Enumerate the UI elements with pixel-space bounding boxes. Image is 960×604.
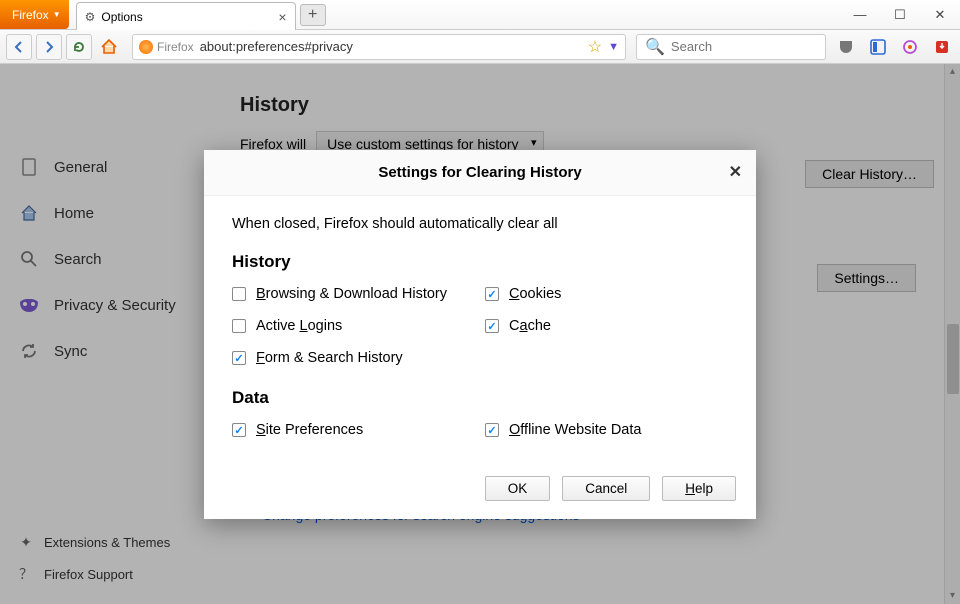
history-checks: Browsing & Download History Cookies Acti… bbox=[232, 286, 728, 366]
nav-toolbar: Firefox about:preferences#privacy ☆ ▼ 🔍 bbox=[0, 30, 960, 64]
check-offline[interactable]: Offline Website Data bbox=[485, 422, 728, 438]
download-icon[interactable] bbox=[930, 35, 954, 59]
check-label: Active Logins bbox=[256, 318, 342, 334]
arrow-left-icon bbox=[12, 40, 26, 54]
check-cookies[interactable]: Cookies bbox=[485, 286, 728, 302]
ok-button[interactable]: OK bbox=[485, 476, 551, 501]
tab-title: Options bbox=[101, 10, 142, 24]
arrow-right-icon bbox=[42, 40, 56, 54]
reload-icon bbox=[72, 40, 86, 54]
clear-history-dialog: Settings for Clearing History ✕ When clo… bbox=[204, 150, 756, 519]
identity-label: Firefox bbox=[157, 40, 194, 54]
firefox-menu-label: Firefox bbox=[12, 8, 49, 22]
check-label: Browsing & Download History bbox=[256, 286, 447, 302]
data-checks: Site Preferences Offline Website Data bbox=[232, 422, 728, 438]
check-logins[interactable]: Active Logins bbox=[232, 318, 475, 334]
help-button[interactable]: Help bbox=[662, 476, 736, 501]
gear-icon: ⚙ bbox=[85, 10, 96, 24]
forward-button[interactable] bbox=[36, 34, 62, 60]
checkbox-icon bbox=[232, 287, 246, 301]
container-icon[interactable] bbox=[898, 35, 922, 59]
check-browsing[interactable]: Browsing & Download History bbox=[232, 286, 475, 302]
history-subheading: History bbox=[232, 252, 728, 272]
search-icon: 🔍 bbox=[645, 37, 665, 57]
window-controls: — ☐ ✕ bbox=[840, 0, 960, 29]
check-label: Cache bbox=[509, 318, 551, 334]
check-label: Offline Website Data bbox=[509, 422, 641, 438]
search-box[interactable]: 🔍 bbox=[636, 34, 826, 60]
check-label: Cookies bbox=[509, 286, 561, 302]
url-text: about:preferences#privacy bbox=[200, 39, 353, 54]
url-dropdown-icon[interactable]: ▼ bbox=[608, 41, 619, 53]
titlebar: Firefox ▼ ⚙ Options × + — ☐ ✕ bbox=[0, 0, 960, 30]
dropdown-triangle-icon: ▼ bbox=[53, 10, 61, 19]
dialog-title: Settings for Clearing History bbox=[378, 164, 581, 181]
home-button[interactable] bbox=[96, 34, 122, 60]
dialog-intro: When closed, Firefox should automaticall… bbox=[232, 216, 728, 232]
firefox-menu-button[interactable]: Firefox ▼ bbox=[0, 0, 69, 29]
cancel-button[interactable]: Cancel bbox=[562, 476, 650, 501]
dialog-body: When closed, Firefox should automaticall… bbox=[204, 196, 756, 466]
minimize-button[interactable]: — bbox=[840, 0, 880, 29]
back-button[interactable] bbox=[6, 34, 32, 60]
check-label: Site Preferences bbox=[256, 422, 363, 438]
checkbox-icon bbox=[232, 351, 246, 365]
check-label: Form & Search History bbox=[256, 350, 403, 366]
dialog-footer: OK Cancel Help bbox=[204, 466, 756, 519]
firefox-identity-icon bbox=[139, 40, 153, 54]
checkbox-icon bbox=[485, 287, 499, 301]
check-cache[interactable]: Cache bbox=[485, 318, 728, 334]
check-form[interactable]: Form & Search History bbox=[232, 350, 475, 366]
checkbox-icon bbox=[232, 319, 246, 333]
data-subheading: Data bbox=[232, 388, 728, 408]
new-tab-button[interactable]: + bbox=[300, 4, 326, 26]
check-siteprefs[interactable]: Site Preferences bbox=[232, 422, 475, 438]
search-input[interactable] bbox=[671, 39, 817, 54]
close-window-button[interactable]: ✕ bbox=[920, 0, 960, 29]
maximize-button[interactable]: ☐ bbox=[880, 0, 920, 29]
close-tab-icon[interactable]: × bbox=[278, 9, 286, 25]
checkbox-icon bbox=[485, 423, 499, 437]
home-icon bbox=[100, 38, 118, 56]
dialog-header: Settings for Clearing History ✕ bbox=[204, 150, 756, 196]
bookmark-star-icon[interactable]: ☆ bbox=[588, 37, 602, 57]
url-bar[interactable]: Firefox about:preferences#privacy ☆ ▼ bbox=[132, 34, 626, 60]
ublock-icon[interactable] bbox=[834, 35, 858, 59]
close-dialog-icon[interactable]: ✕ bbox=[729, 162, 742, 182]
reload-button[interactable] bbox=[66, 34, 92, 60]
checkbox-icon bbox=[485, 319, 499, 333]
library-icon[interactable] bbox=[866, 35, 890, 59]
checkbox-icon bbox=[232, 423, 246, 437]
browser-tab[interactable]: ⚙ Options × bbox=[76, 2, 296, 30]
